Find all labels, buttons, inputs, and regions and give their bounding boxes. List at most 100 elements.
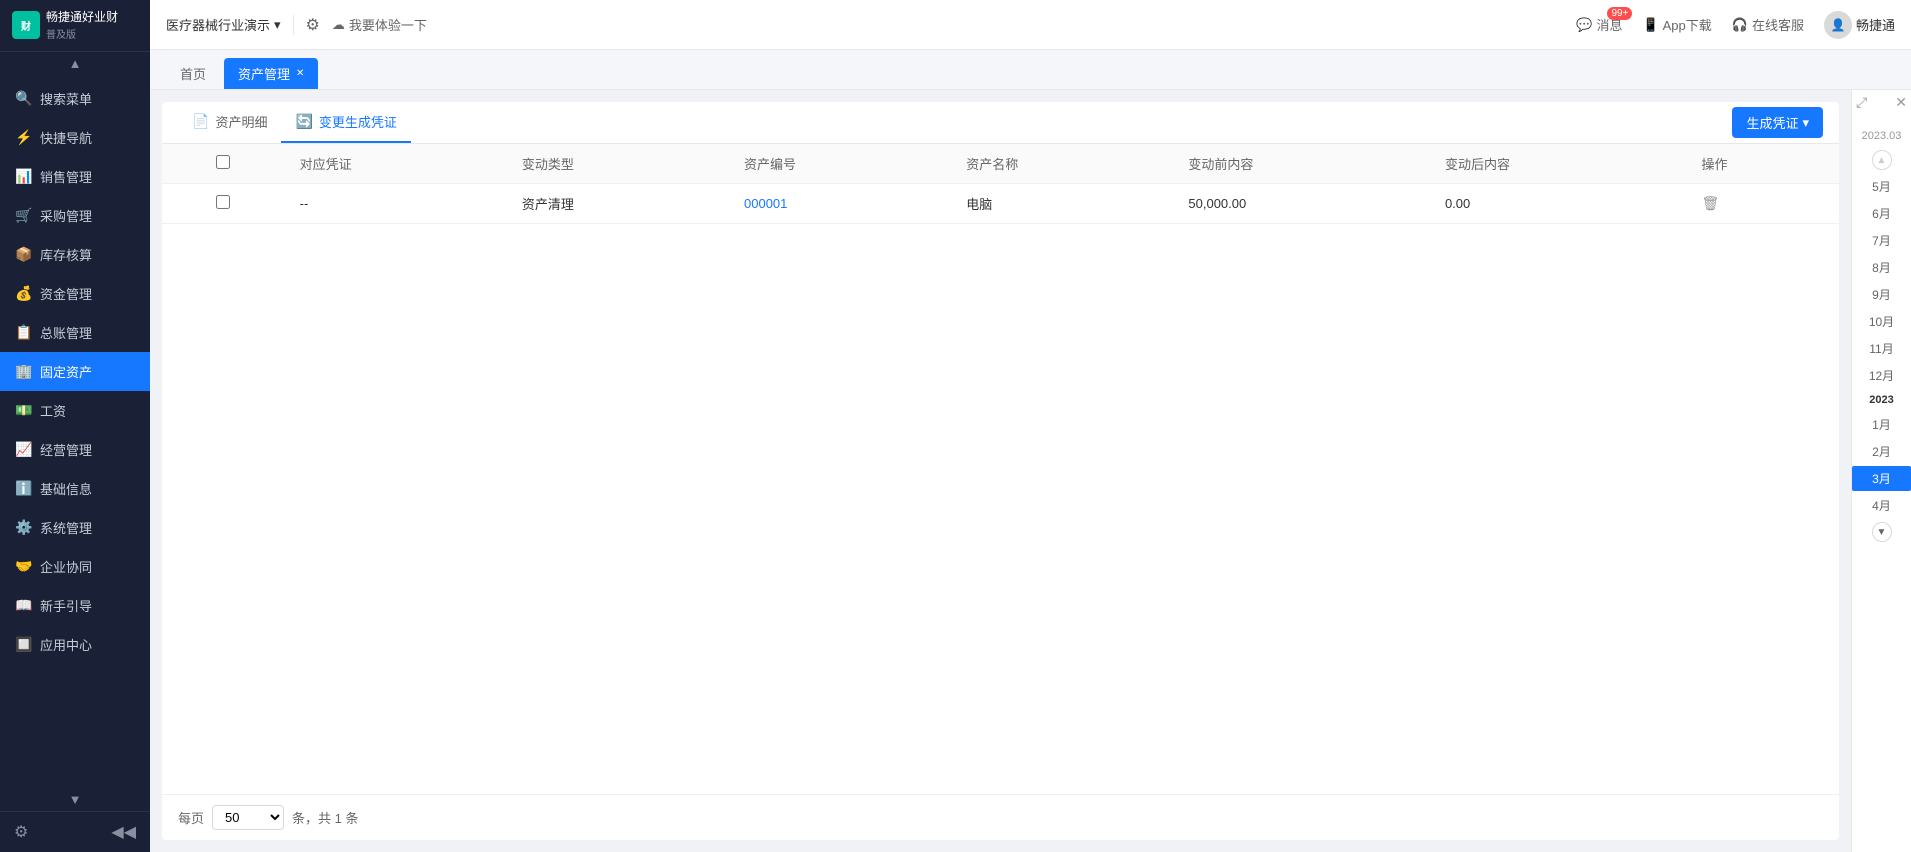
row-voucher: -- [284,184,506,224]
month-7[interactable]: 7月 [1852,228,1911,253]
tab-asset-mgmt[interactable]: 资产管理 ✕ [224,58,318,89]
company-selector[interactable]: 医疗器械行业演示 ▾ [166,15,281,34]
user-menu[interactable]: 👤 畅捷通 [1824,11,1895,39]
delete-icon[interactable]: 🗑 [1702,195,1720,211]
sidebar-item-payroll[interactable]: 💵 工资 [0,391,150,430]
month-10[interactable]: 10月 [1852,309,1911,334]
change-voucher-icon: 🔄 [295,113,312,130]
asset-detail-icon: 📄 [192,113,209,130]
month-5[interactable]: 5月 [1852,174,1911,199]
settings-icon[interactable]: ⚙ [14,822,28,842]
sidebar-item-system[interactable]: ⚙️ 系统管理 [0,508,150,547]
table-wrap: 对应凭证 变动类型 资产编号 资产名称 变动前内容 变动后内容 操作 [162,144,1839,794]
row-checkbox-cell [162,184,284,224]
avatar: 👤 [1824,11,1852,39]
collapse-icon[interactable]: ◀◀ [111,822,136,842]
generate-voucher-button[interactable]: 生成凭证 ▾ [1732,107,1823,138]
sub-tab-change-voucher[interactable]: 🔄 变更生成凭证 [281,102,410,143]
quicknav-icon: ⚡ [16,129,32,145]
month-3[interactable]: 3月 [1852,466,1911,491]
month-up-button[interactable]: ▲ [1872,150,1892,170]
sidebar-logo: 财 畅捷通好业财 普及版 [0,0,150,52]
month-12[interactable]: 12月 [1852,363,1911,388]
col-after-change: 变动后内容 [1429,144,1686,184]
sidebar-nav: 🔍 搜索菜单 ⚡ 快捷导航 📊 销售管理 🛒 采购管理 📦 库存核算 💰 资金管… [0,75,150,788]
select-all-checkbox[interactable] [216,155,230,169]
row-change-type: 资产清理 [506,184,728,224]
sidebar-item-quicknav[interactable]: ⚡ 快捷导航 [0,118,150,157]
month-8[interactable]: 8月 [1852,255,1911,280]
month-11[interactable]: 11月 [1852,336,1911,361]
row-asset-name: 电脑 [950,184,1172,224]
row-before-change: 50,000.00 [1172,184,1429,224]
month-6[interactable]: 6月 [1852,201,1911,226]
sidebar: 财 畅捷通好业财 普及版 ▲ 🔍 搜索菜单 ⚡ 快捷导航 📊 销售管理 🛒 采购… [0,0,150,852]
headset-icon: 🎧 [1732,17,1748,33]
fixed-assets-icon: 🏢 [16,363,32,379]
right-panel-close-icon[interactable]: ✕ [1895,94,1907,111]
system-icon: ⚙️ [16,519,32,535]
payroll-icon: 💵 [16,402,32,418]
tab-close-icon[interactable]: ✕ [296,68,304,79]
sidebar-item-cooperation[interactable]: 🤝 企业协同 [0,547,150,586]
year-2023-label: 2023 [1852,390,1911,410]
month-9[interactable]: 9月 [1852,282,1911,307]
sidebar-item-sales[interactable]: 📊 销售管理 [0,157,150,196]
online-service-button[interactable]: 🎧 在线客服 [1732,15,1804,34]
search-icon: 🔍 [16,90,32,106]
sidebar-scroll-down[interactable]: ▼ [0,788,150,811]
page-tabs: 首页 资产管理 ✕ [150,50,1911,90]
month-2[interactable]: 2月 [1852,439,1911,464]
topbar: 医疗器械行业演示 ▾ ⚙ ☁ 我要体验一下 💬 消息 99+ 📱 App下载 🎧… [150,0,1911,50]
sidebar-item-operations[interactable]: 📈 经营管理 [0,430,150,469]
main-card: 📄 资产明细 🔄 变更生成凭证 生成凭证 ▾ [162,102,1839,840]
sidebar-item-inventory[interactable]: 📦 库存核算 [0,235,150,274]
sidebar-item-funds[interactable]: 💰 资金管理 [0,274,150,313]
row-checkbox[interactable] [216,195,230,209]
sidebar-item-ledger[interactable]: 📋 总账管理 [0,313,150,352]
sidebar-scroll-up[interactable]: ▲ [0,52,150,75]
purchase-icon: 🛒 [16,207,32,223]
col-asset-code: 资产编号 [728,144,950,184]
app-download-button[interactable]: 📱 App下载 [1642,15,1711,34]
sidebar-item-appstore[interactable]: 🔲 应用中心 [0,625,150,664]
sidebar-item-basic-info[interactable]: ℹ️ 基础信息 [0,469,150,508]
year-label-prev: 2023.03 [1862,130,1902,142]
right-panel: ✕ ⤢ 2023.03 ▲ 5月 6月 7月 8月 9月 10月 11月 12月… [1851,90,1911,852]
right-panel-expand-icon[interactable]: ⤢ [1856,94,1867,111]
main-area: 医疗器械行业演示 ▾ ⚙ ☁ 我要体验一下 💬 消息 99+ 📱 App下载 🎧… [150,0,1911,852]
sidebar-item-guide[interactable]: 📖 新手引导 [0,586,150,625]
sub-tab-actions: 生成凭证 ▾ [1732,107,1823,138]
messages-button[interactable]: 💬 消息 99+ [1576,15,1622,34]
appstore-icon: 🔲 [16,636,32,652]
guide-icon: 📖 [16,597,32,613]
month-down-button[interactable]: ▼ [1872,522,1892,542]
table-row: -- 资产清理 000001 电脑 50,000.00 0.00 🗑 [162,184,1839,224]
sidebar-item-search[interactable]: 🔍 搜索菜单 [0,79,150,118]
total-text: 条，共 1 条 [292,808,358,827]
per-page-label: 每页 [178,808,204,827]
sidebar-item-purchase[interactable]: 🛒 采购管理 [0,196,150,235]
settings-button[interactable]: ⚙ [306,15,320,35]
year-nav-prev: 2023.03 [1862,130,1902,142]
logo-icon: 财 [12,11,40,39]
dropdown-icon: ▾ [274,17,281,33]
sidebar-item-fixed-assets[interactable]: 🏢 固定资产 [0,352,150,391]
month-list: 2023.03 ▲ 5月 6月 7月 8月 9月 10月 11月 12月 202… [1852,126,1911,544]
row-after-change: 0.00 [1429,184,1686,224]
topbar-divider [293,15,294,35]
experience-button[interactable]: ☁ 我要体验一下 [332,15,427,34]
inventory-icon: 📦 [16,246,32,262]
month-4[interactable]: 4月 [1852,493,1911,518]
sub-tab-asset-detail[interactable]: 📄 资产明细 [178,102,281,143]
cooperation-icon: 🤝 [16,558,32,574]
sidebar-footer: ⚙ ◀◀ [0,811,150,852]
topbar-right: 💬 消息 99+ 📱 App下载 🎧 在线客服 👤 畅捷通 [1576,11,1895,39]
tab-home[interactable]: 首页 [166,58,220,89]
col-voucher: 对应凭证 [284,144,506,184]
month-1[interactable]: 1月 [1852,412,1911,437]
sales-icon: 📊 [16,168,32,184]
page-size-select[interactable]: 10 20 50 100 [212,805,284,830]
sub-tabs: 📄 资产明细 🔄 变更生成凭证 生成凭证 ▾ [162,102,1839,144]
col-operation: 操作 [1686,144,1839,184]
